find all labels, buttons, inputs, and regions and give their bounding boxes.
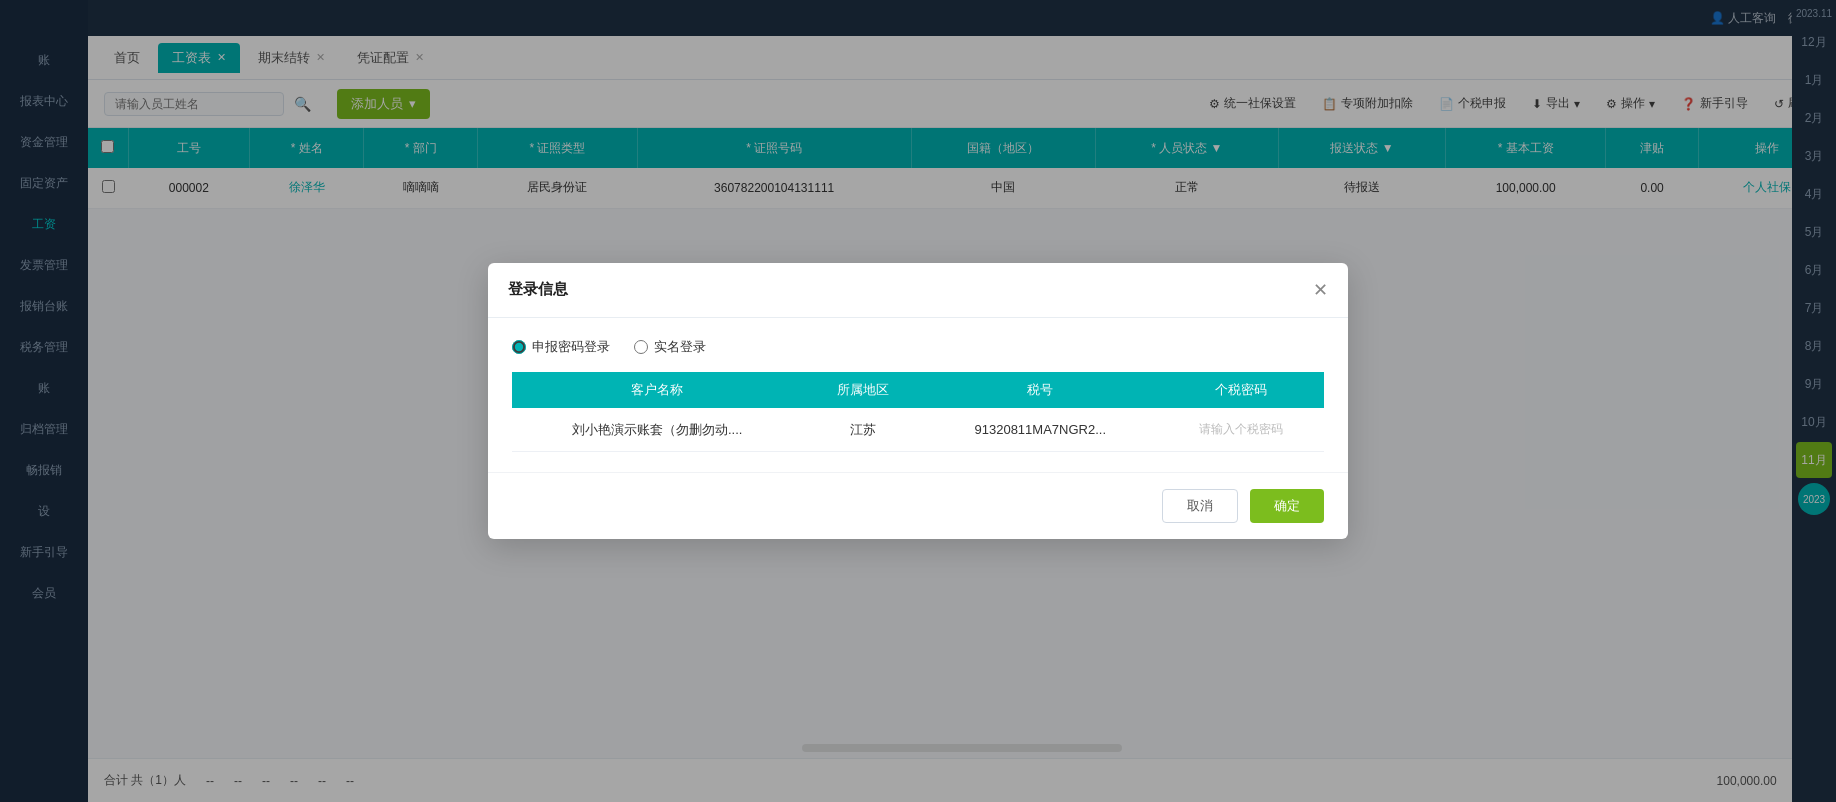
- modal-col-region: 所属地区: [802, 372, 923, 408]
- cancel-button[interactable]: 取消: [1162, 489, 1238, 523]
- modal-overlay: 登录信息 ✕ 申报密码登录 实名登录 客户名称 所属地区: [0, 0, 1836, 802]
- login-info-modal: 登录信息 ✕ 申报密码登录 实名登录 客户名称 所属地区: [488, 263, 1348, 540]
- login-type-group: 申报密码登录 实名登录: [512, 338, 1324, 356]
- modal-row-region: 江苏: [802, 408, 923, 452]
- modal-col-password: 个税密码: [1158, 372, 1324, 408]
- modal-table-row: 刘小艳演示账套（勿删勿动.... 江苏 91320811MA7NGR2... 请…: [512, 408, 1324, 452]
- modal-header: 登录信息 ✕: [488, 263, 1348, 318]
- modal-footer: 取消 确定: [488, 472, 1348, 539]
- modal-row-name: 刘小艳演示账套（勿删勿动....: [512, 408, 802, 452]
- radio-申报密码登录[interactable]: 申报密码登录: [512, 338, 610, 356]
- modal-body: 申报密码登录 实名登录 客户名称 所属地区 税号 个税密码: [488, 318, 1348, 473]
- modal-title: 登录信息: [508, 280, 568, 299]
- modal-col-name: 客户名称: [512, 372, 802, 408]
- confirm-button[interactable]: 确定: [1250, 489, 1324, 523]
- client-table: 客户名称 所属地区 税号 个税密码 刘小艳演示账套（勿删勿动.... 江苏 91…: [512, 372, 1324, 453]
- modal-col-tax-no: 税号: [923, 372, 1158, 408]
- modal-row-tax-no: 91320811MA7NGR2...: [923, 408, 1158, 452]
- modal-row-password-input[interactable]: 请输入个税密码: [1158, 408, 1324, 452]
- radio-realname-input[interactable]: [634, 340, 648, 354]
- radio-实名登录[interactable]: 实名登录: [634, 338, 706, 356]
- modal-close-button[interactable]: ✕: [1313, 279, 1328, 301]
- radio-password-input[interactable]: [512, 340, 526, 354]
